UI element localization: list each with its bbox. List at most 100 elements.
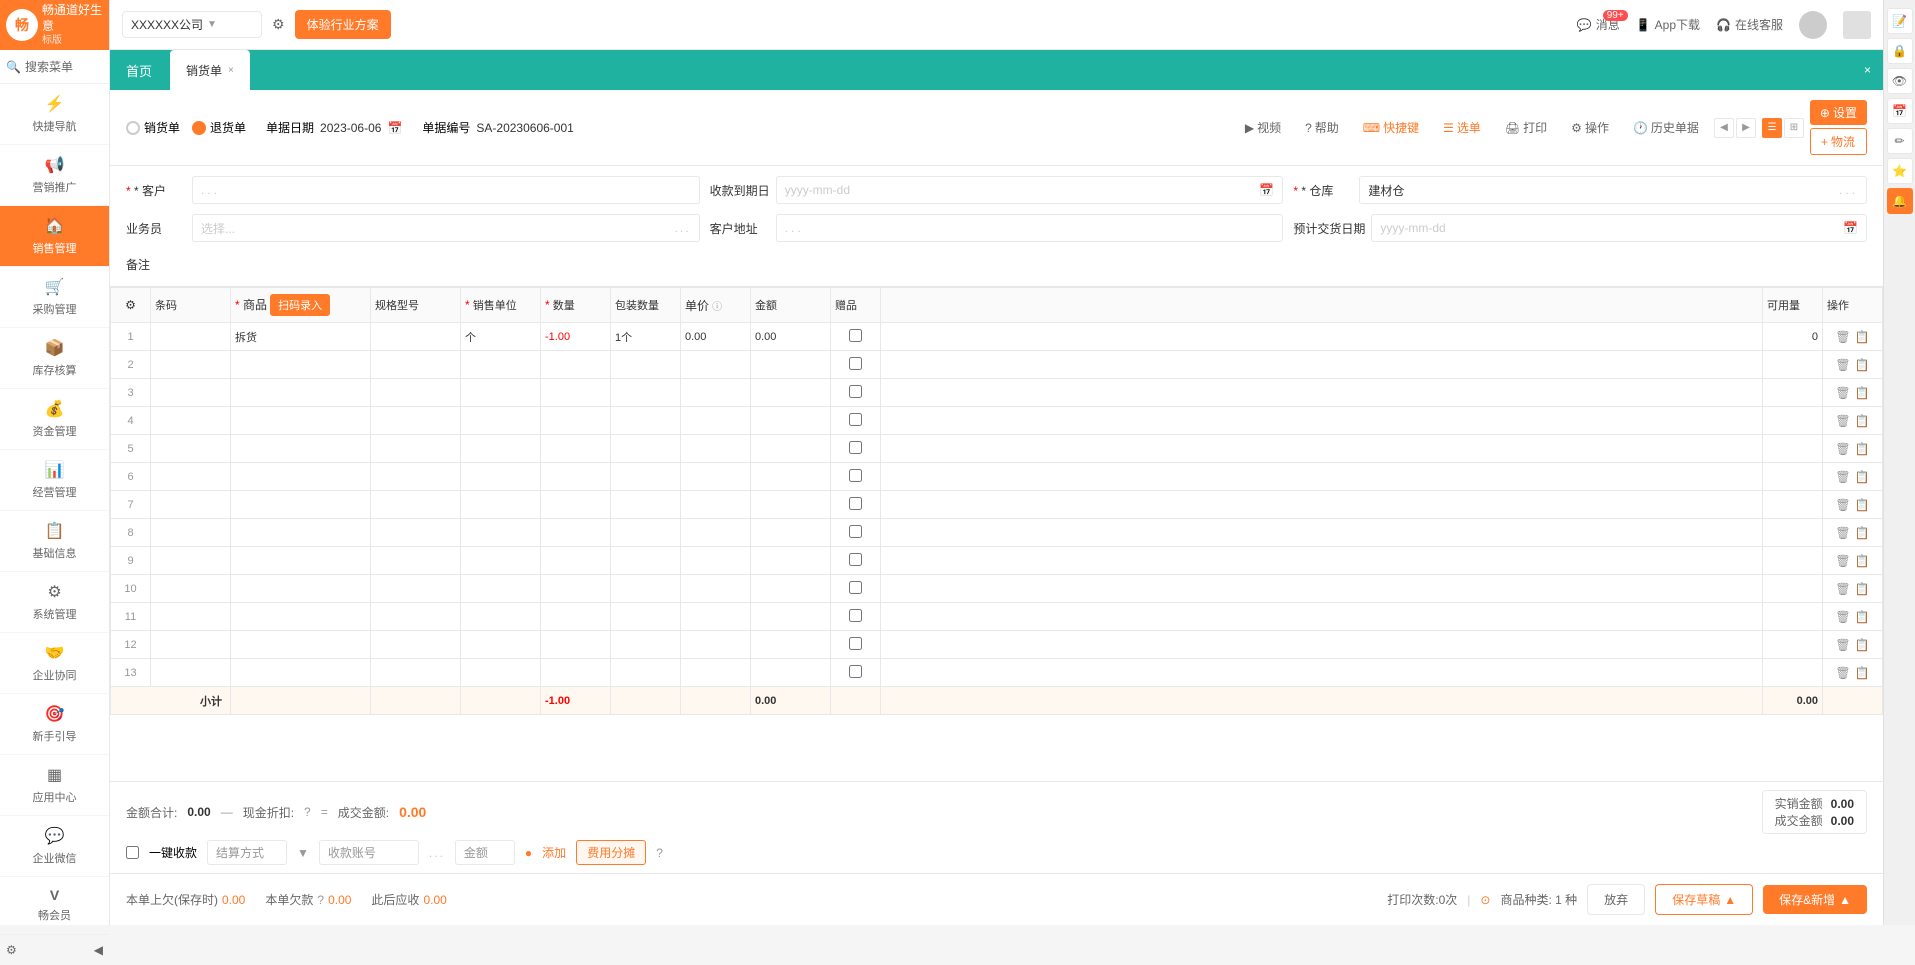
row-amount[interactable] <box>751 463 831 491</box>
row-unit[interactable] <box>461 519 541 547</box>
row-gift[interactable] <box>831 547 881 575</box>
row-copy-icon[interactable]: 📋 <box>1855 442 1870 456</box>
row-amount[interactable]: 0.00 <box>751 323 831 351</box>
row-gift[interactable] <box>831 603 881 631</box>
row-product[interactable] <box>231 547 371 575</box>
row-product[interactable] <box>231 351 371 379</box>
row-delete-icon[interactable]: 🗑 <box>1835 358 1850 372</box>
tab-home[interactable]: 首页 <box>110 50 168 90</box>
row-price[interactable] <box>681 603 751 631</box>
row-amount[interactable] <box>751 659 831 687</box>
trial-button[interactable]: 体验行业方案 <box>295 10 391 39</box>
row-pack-qty[interactable] <box>611 547 681 575</box>
expense-button[interactable]: 费用分摊 <box>576 840 646 865</box>
row-product[interactable] <box>231 659 371 687</box>
row-spec[interactable] <box>371 575 461 603</box>
row-barcode[interactable] <box>151 575 231 603</box>
customer-addr-input[interactable]: ... <box>776 214 1284 242</box>
row-amount[interactable] <box>751 547 831 575</box>
row-amount[interactable] <box>751 603 831 631</box>
row-delete-icon[interactable]: 🗑 <box>1835 666 1850 680</box>
row-gift[interactable] <box>831 323 881 351</box>
row-unit[interactable] <box>461 491 541 519</box>
row-copy-icon[interactable]: 📋 <box>1855 610 1870 624</box>
row-remark[interactable] <box>881 631 1763 659</box>
row-qty[interactable]: -1.00 <box>541 323 611 351</box>
row-amount[interactable] <box>751 631 831 659</box>
row-pack-qty[interactable] <box>611 435 681 463</box>
row-product[interactable] <box>231 491 371 519</box>
row-copy-icon[interactable]: 📋 <box>1855 358 1870 372</box>
row-remark[interactable] <box>881 463 1763 491</box>
row-product[interactable] <box>231 379 371 407</box>
sidebar-item-quick-nav[interactable]: ⚡ 快捷导航 <box>0 84 109 145</box>
row-pack-qty[interactable] <box>611 491 681 519</box>
row-barcode[interactable] <box>151 323 231 351</box>
row-gift[interactable] <box>831 631 881 659</box>
row-gift[interactable] <box>831 519 881 547</box>
row-spec[interactable] <box>371 351 461 379</box>
toolbar-help-btn[interactable]: ? 帮助 <box>1296 115 1348 140</box>
row-unit[interactable] <box>461 407 541 435</box>
prev-record-btn[interactable]: ◀ <box>1714 118 1734 138</box>
company-selector[interactable]: XXXXXX公司 ▼ <box>122 11 262 38</box>
row-price[interactable] <box>681 351 751 379</box>
row-barcode[interactable] <box>151 379 231 407</box>
row-qty[interactable] <box>541 519 611 547</box>
row-amount[interactable] <box>751 379 831 407</box>
row-remark[interactable] <box>881 323 1763 351</box>
row-pack-qty[interactable] <box>611 463 681 491</box>
toolbar-shortcut-btn[interactable]: ⌨ 快捷键 <box>1354 115 1428 140</box>
row-spec[interactable] <box>371 463 461 491</box>
sidebar-item-guide[interactable]: 🎯 新手引导 <box>0 694 109 755</box>
sidebar-item-sales[interactable]: 🏠 销售管理 <box>0 206 109 267</box>
row-barcode[interactable] <box>151 463 231 491</box>
row-gift[interactable] <box>831 379 881 407</box>
row-pack-qty[interactable] <box>611 379 681 407</box>
row-price[interactable] <box>681 463 751 491</box>
setting-button[interactable]: ⊕ 设置 <box>1810 100 1867 125</box>
online-service-item[interactable]: 🎧 在线客服 <box>1716 16 1783 33</box>
sidebar-item-basic[interactable]: 📋 基础信息 <box>0 511 109 572</box>
sidebar-item-marketing[interactable]: 📢 营销推广 <box>0 145 109 206</box>
sidebar-item-enterprise[interactable]: 🤝 企业协同 <box>0 633 109 694</box>
row-gift[interactable] <box>831 351 881 379</box>
row-unit[interactable] <box>461 547 541 575</box>
row-copy-icon[interactable]: 📋 <box>1855 386 1870 400</box>
message-item[interactable]: 💬 消息 99+ <box>1577 16 1620 33</box>
row-product[interactable] <box>231 575 371 603</box>
row-price[interactable] <box>681 519 751 547</box>
radio-sale[interactable]: 销货单 <box>126 119 180 136</box>
sidebar-item-system[interactable]: ⚙ 系统管理 <box>0 572 109 633</box>
row-unit[interactable] <box>461 351 541 379</box>
right-btn-7[interactable]: 🔔 <box>1887 188 1913 214</box>
row-copy-icon[interactable]: 📋 <box>1855 498 1870 512</box>
app-download-item[interactable]: 📱 App下载 <box>1636 16 1700 33</box>
row-amount[interactable] <box>751 407 831 435</box>
row-copy-icon[interactable]: 📋 <box>1855 330 1870 344</box>
row-barcode[interactable] <box>151 659 231 687</box>
toolbar-print-btn[interactable]: 🖨 打印 <box>1496 115 1556 140</box>
row-barcode[interactable] <box>151 631 231 659</box>
row-delete-icon[interactable]: 🗑 <box>1835 414 1850 428</box>
row-product[interactable] <box>231 407 371 435</box>
row-qty[interactable] <box>541 435 611 463</box>
row-delete-icon[interactable]: 🗑 <box>1835 526 1850 540</box>
row-barcode[interactable] <box>151 351 231 379</box>
row-qty[interactable] <box>541 491 611 519</box>
row-amount[interactable] <box>751 491 831 519</box>
sidebar-item-operation[interactable]: 📊 经营管理 <box>0 450 109 511</box>
row-amount[interactable] <box>751 435 831 463</box>
row-product[interactable] <box>231 631 371 659</box>
row-pack-qty[interactable] <box>611 603 681 631</box>
salesperson-input[interactable]: 选择... ... <box>192 214 700 242</box>
row-remark[interactable] <box>881 519 1763 547</box>
warehouse-input[interactable]: 建材仓 ... <box>1359 176 1867 204</box>
row-remark[interactable] <box>881 351 1763 379</box>
settings-gear-icon[interactable]: ⚙ <box>272 16 285 33</box>
sidebar-item-purchase[interactable]: 🛒 采购管理 <box>0 267 109 328</box>
row-product[interactable]: 拆货 <box>231 323 371 351</box>
row-gift[interactable] <box>831 491 881 519</box>
row-qty[interactable] <box>541 631 611 659</box>
row-remark[interactable] <box>881 547 1763 575</box>
